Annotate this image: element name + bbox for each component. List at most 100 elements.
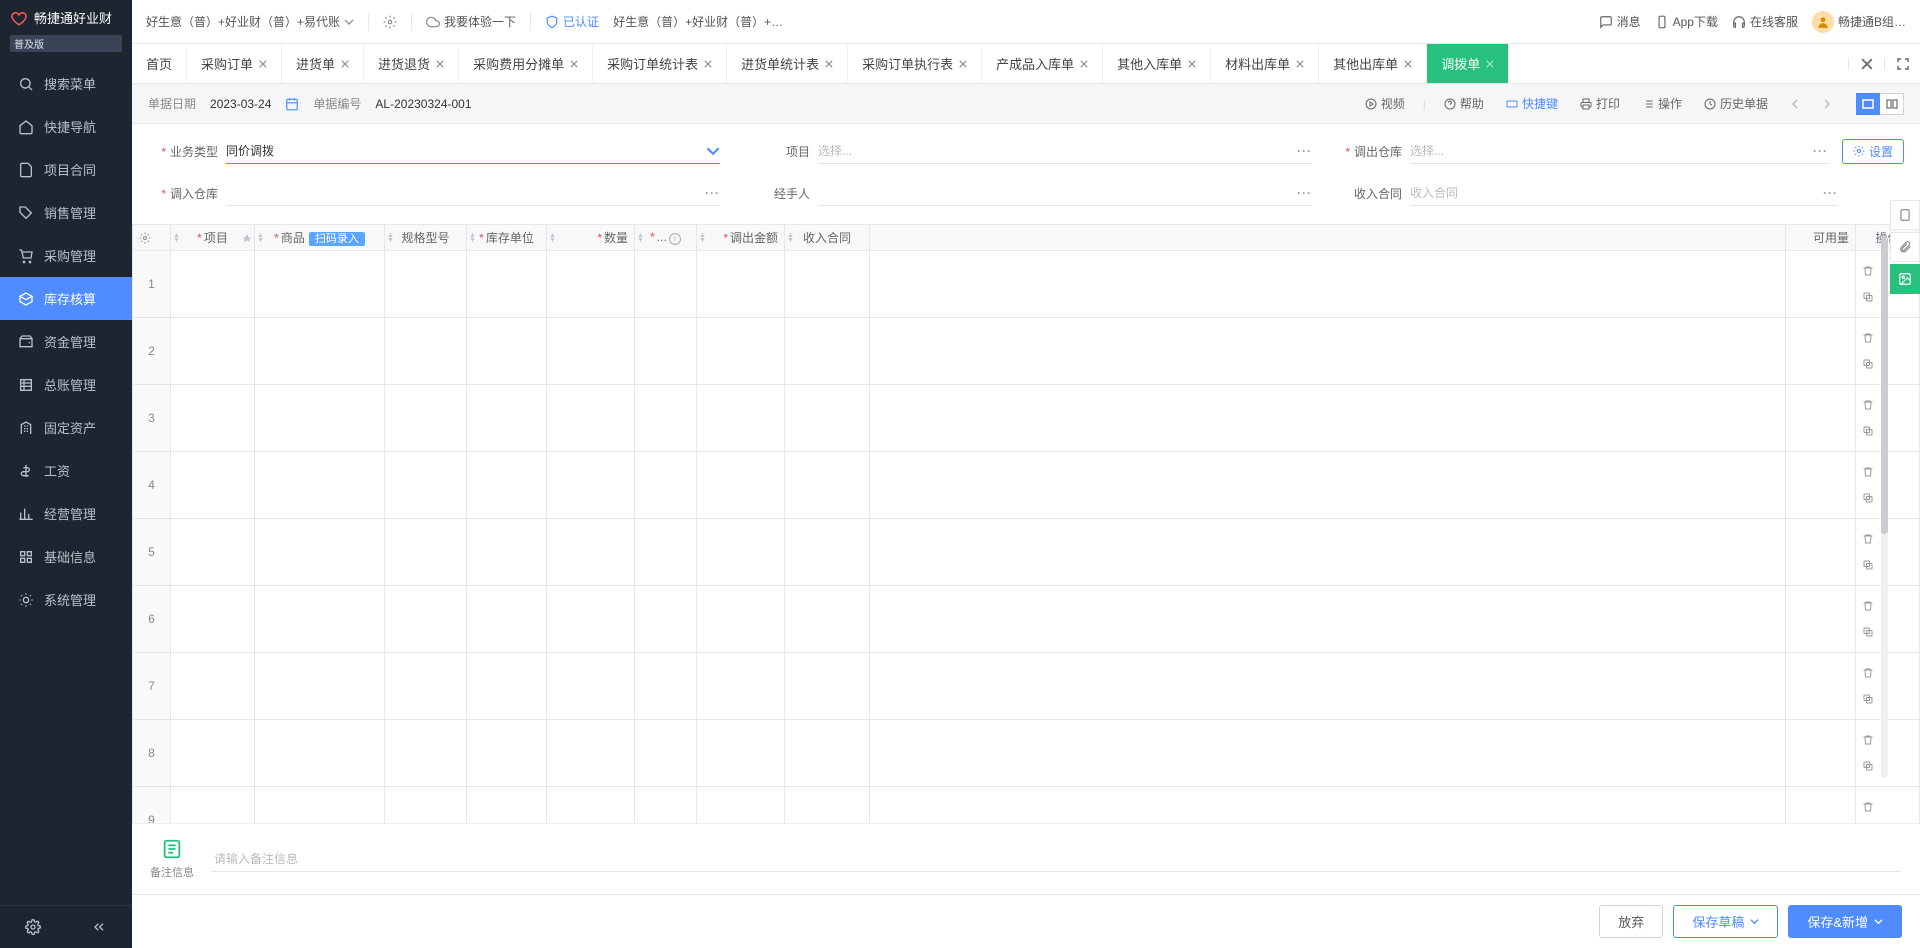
tool-help[interactable]: 帮助 [1440, 95, 1488, 112]
sidebar-item-money[interactable]: 工资 [0, 449, 132, 492]
table-row[interactable]: 5 [133, 519, 1920, 586]
close-icon[interactable] [959, 60, 967, 68]
close-icon[interactable] [825, 60, 833, 68]
sidebar-item-building[interactable]: 固定资产 [0, 406, 132, 449]
sidebar-item-gear[interactable]: 系统管理 [0, 578, 132, 621]
user-menu[interactable]: 畅捷通B组… [1812, 11, 1906, 33]
table-row[interactable]: 8 [133, 720, 1920, 787]
scan-entry-badge[interactable]: 扫码录入 [309, 232, 365, 246]
project-select[interactable]: 选择... ··· [818, 138, 1312, 164]
close-icon[interactable] [1296, 60, 1304, 68]
sidebar-item-home[interactable]: 快捷导航 [0, 105, 132, 148]
view-split[interactable] [1880, 93, 1904, 115]
tab[interactable]: 进货单 [282, 44, 364, 83]
app-download-link[interactable]: App下载 [1655, 13, 1718, 30]
tab[interactable]: 其他入库单 [1103, 44, 1211, 83]
try-link[interactable]: 我要体验一下 [426, 13, 516, 30]
product-combo[interactable]: 好生意（普）+好业财（普）+易代账 [146, 13, 354, 30]
col-product[interactable]: ▲▼商品扫码录入 [255, 225, 385, 251]
tool-print[interactable]: 打印 [1576, 95, 1624, 112]
rail-doc[interactable] [1890, 200, 1920, 230]
close-icon[interactable] [704, 60, 712, 68]
tab[interactable]: 采购费用分摊单 [459, 44, 593, 83]
col-project[interactable]: ▲▼项目 [171, 225, 255, 251]
doc-date-value[interactable]: 2023-03-24 [210, 97, 271, 111]
messages-link[interactable]: 消息 [1599, 13, 1641, 30]
tool-shortcut[interactable]: 快捷键 [1502, 95, 1562, 112]
topbar-gear[interactable] [383, 15, 397, 29]
view-single[interactable] [1856, 93, 1880, 115]
tab[interactable]: 进货退货 [364, 44, 459, 83]
tab[interactable]: 采购订单统计表 [593, 44, 727, 83]
table-row[interactable]: 7 [133, 653, 1920, 720]
fullscreen-button[interactable] [1884, 58, 1920, 70]
tab[interactable]: 采购订单执行表 [848, 44, 982, 83]
table-row[interactable]: 4 [133, 452, 1920, 519]
in-warehouse-label: 调入仓库 [148, 185, 218, 202]
rail-attach[interactable] [1890, 232, 1920, 262]
tab[interactable]: 首页 [132, 44, 187, 83]
sidebar-item-grid[interactable]: 基础信息 [0, 535, 132, 578]
remarks-input[interactable] [210, 846, 1902, 872]
col-spec[interactable]: ▲▼规格型号 [385, 225, 467, 251]
sidebar-item-cart[interactable]: 采购管理 [0, 234, 132, 277]
close-icon[interactable] [1080, 60, 1088, 68]
scrollbar[interactable] [1881, 236, 1888, 778]
delete-row-icon[interactable] [1862, 801, 1913, 813]
table-row[interactable]: 2 [133, 318, 1920, 385]
tab[interactable]: 采购订单 [187, 44, 282, 83]
close-icon[interactable] [570, 60, 578, 68]
close-icon[interactable] [259, 60, 267, 68]
table-row[interactable]: 9 [133, 787, 1920, 824]
save-draft-button[interactable]: 保存草稿 [1673, 905, 1778, 938]
table-row[interactable]: 3 [133, 385, 1920, 452]
tool-video[interactable]: 视频 [1361, 95, 1409, 112]
money-icon [18, 463, 34, 479]
tool-action[interactable]: 操作 [1638, 95, 1686, 112]
settings-toggle[interactable] [0, 906, 66, 948]
sidebar-item-ledger[interactable]: 总账管理 [0, 363, 132, 406]
tool-history[interactable]: 历史单据 [1700, 95, 1772, 112]
table-row[interactable]: 1 [133, 251, 1920, 318]
tab[interactable]: 材料出库单 [1211, 44, 1319, 83]
col-extra[interactable]: ▲▼...i [635, 225, 697, 251]
product-combo-2[interactable]: 好生意（普）+好业财（普）+… [613, 13, 783, 30]
nav-prev[interactable] [1786, 99, 1804, 109]
sidebar-item-tag[interactable]: 销售管理 [0, 191, 132, 234]
close-icon[interactable] [1486, 60, 1494, 68]
settings-button[interactable]: 设置 [1842, 139, 1904, 164]
out-warehouse-select[interactable]: 选择... ··· [1410, 138, 1828, 164]
discard-button[interactable]: 放弃 [1599, 905, 1663, 938]
col-income-contract[interactable]: ▲▼收入合同 [785, 225, 870, 251]
sidebar-item-doc[interactable]: 项目合同 [0, 148, 132, 191]
col-qty[interactable]: ▲▼数量 [547, 225, 635, 251]
col-available[interactable]: 可用量 [1786, 225, 1856, 251]
support-link[interactable]: 在线客服 [1732, 13, 1798, 30]
col-gear[interactable] [133, 225, 171, 251]
save-and-new-button[interactable]: 保存&新增 [1788, 905, 1902, 938]
collapse-sidebar[interactable] [66, 906, 132, 948]
tab[interactable]: 产成品入库单 [982, 44, 1103, 83]
tab[interactable]: 调拨单 [1427, 44, 1509, 83]
tab[interactable]: 进货单统计表 [727, 44, 848, 83]
close-all-tabs[interactable] [1848, 58, 1884, 70]
col-unit[interactable]: ▲▼库存单位 [467, 225, 547, 251]
sidebar-item-wallet[interactable]: 资金管理 [0, 320, 132, 363]
close-icon[interactable] [1188, 60, 1196, 68]
sidebar-item-box[interactable]: 库存核算 [0, 277, 132, 320]
sidebar-item-search[interactable]: 搜索菜单 [0, 62, 132, 105]
sidebar-item-chart[interactable]: 经营管理 [0, 492, 132, 535]
tab[interactable]: 其他出库单 [1319, 44, 1427, 83]
handler-select[interactable]: ··· [818, 180, 1312, 206]
in-warehouse-select[interactable]: ··· [226, 180, 720, 206]
close-icon[interactable] [436, 60, 444, 68]
calendar-icon[interactable] [285, 97, 299, 111]
income-contract-select[interactable]: 收入合同 ··· [1410, 180, 1838, 206]
col-out-amount[interactable]: ▲▼调出金额 [697, 225, 785, 251]
close-icon[interactable] [341, 60, 349, 68]
biz-type-select[interactable]: 同价调拨 [226, 138, 720, 164]
table-row[interactable]: 6 [133, 586, 1920, 653]
close-icon[interactable] [1404, 60, 1412, 68]
rail-image[interactable] [1890, 264, 1920, 294]
nav-next[interactable] [1818, 99, 1836, 109]
